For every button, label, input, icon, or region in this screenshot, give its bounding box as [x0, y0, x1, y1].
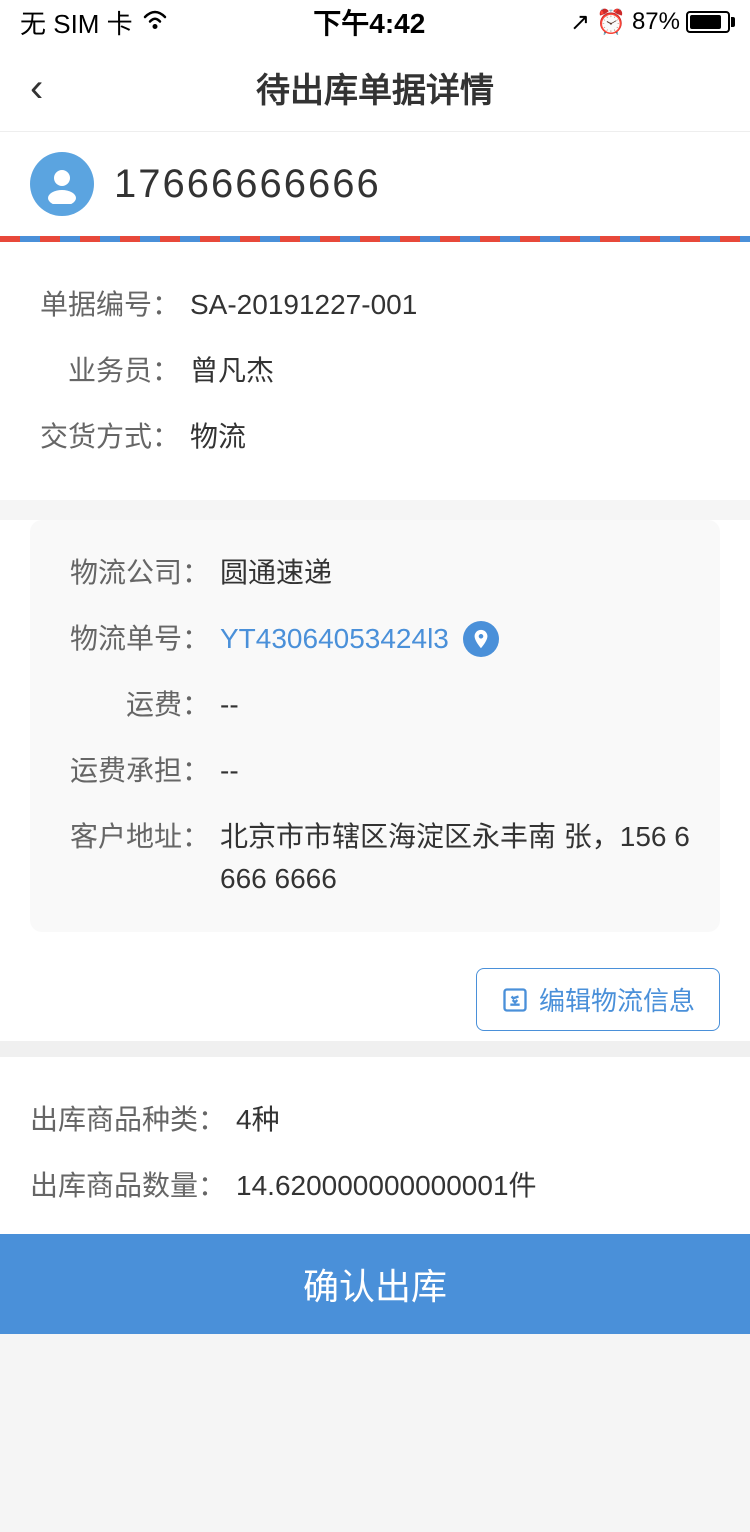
order-number-label: 单据编号： [30, 284, 190, 326]
freight-value: -- [220, 684, 690, 726]
delivery-row: 交货方式： 物流 [0, 404, 750, 470]
user-header: 17666666666 [0, 132, 750, 236]
staff-label: 业务员： [30, 350, 190, 392]
tracking-value: YT43064053424l3 [220, 618, 690, 660]
nav-bar: ‹ 待出库单据详情 [0, 44, 750, 132]
logistics-company-row: 物流公司： 圆通速递 [30, 540, 720, 606]
user-phone: 17666666666 [114, 162, 381, 207]
status-right: ↗ ⏰ 87% [570, 8, 730, 37]
goods-type-label: 出库商品种类： [30, 1099, 236, 1141]
order-number-row: 单据编号： SA-20191227-001 [0, 272, 750, 338]
staff-row: 业务员： 曾凡杰 [0, 338, 750, 404]
status-left: 无 SIM 卡 [20, 4, 169, 41]
battery-icon [686, 11, 730, 33]
back-button[interactable]: ‹ [30, 68, 43, 108]
goods-type-row: 出库商品种类： 4种 [0, 1087, 750, 1153]
edit-icon [501, 986, 529, 1014]
freight-row: 运费： -- [30, 672, 720, 738]
status-bar: 无 SIM 卡 下午4:42 ↗ ⏰ 87% [0, 0, 750, 44]
address-value: 北京市市辖区海淀区永丰南 张，156 6666 6666 [220, 816, 690, 900]
logistics-company-value: 圆通速递 [220, 552, 690, 594]
goods-type-value: 4种 [236, 1099, 720, 1141]
avatar [30, 152, 94, 216]
battery-percent: 87% [632, 8, 680, 36]
order-number-value: SA-20191227-001 [190, 284, 720, 326]
goods-quantity-value: 14.620000000000001件 [236, 1165, 720, 1207]
address-label: 客户地址： [60, 816, 220, 858]
confirm-button[interactable]: 确认出库 [0, 1234, 750, 1334]
bottom-spacer [0, 1332, 750, 1532]
separator [0, 1041, 750, 1057]
address-row: 客户地址： 北京市市辖区海淀区永丰南 张，156 6666 6666 [30, 804, 720, 912]
tracking-row: 物流单号： YT43064053424l3 [30, 606, 720, 672]
order-info-section: 单据编号： SA-20191227-001 业务员： 曾凡杰 交货方式： 物流 [0, 242, 750, 500]
freight-bearer-row: 运费承担： -- [30, 738, 720, 804]
tracking-label: 物流单号： [60, 618, 220, 660]
logistics-box: 物流公司： 圆通速递 物流单号： YT43064053424l3 运费： -- … [30, 520, 720, 932]
edit-logistics-button[interactable]: 编辑物流信息 [476, 968, 720, 1031]
wifi-icon [141, 7, 169, 38]
freight-bearer-label: 运费承担： [60, 750, 220, 792]
edit-logistics-btn-row: 编辑物流信息 [0, 952, 750, 1031]
goods-quantity-label: 出库商品数量： [30, 1165, 236, 1207]
location-icon: ↗ [570, 8, 590, 37]
location-pin-icon[interactable] [463, 621, 499, 657]
freight-bearer-value: -- [220, 750, 690, 792]
delivery-value: 物流 [190, 416, 720, 458]
freight-label: 运费： [60, 684, 220, 726]
logistics-company-label: 物流公司： [60, 552, 220, 594]
staff-value: 曾凡杰 [190, 350, 720, 392]
alarm-icon: ⏰ [596, 8, 626, 37]
delivery-label: 交货方式： [30, 416, 190, 458]
status-time: 下午4:42 [313, 2, 425, 42]
goods-quantity-row: 出库商品数量： 14.620000000000001件 [0, 1153, 750, 1219]
carrier-label: 无 SIM 卡 [20, 4, 133, 41]
page-title: 待出库单据详情 [256, 63, 494, 112]
